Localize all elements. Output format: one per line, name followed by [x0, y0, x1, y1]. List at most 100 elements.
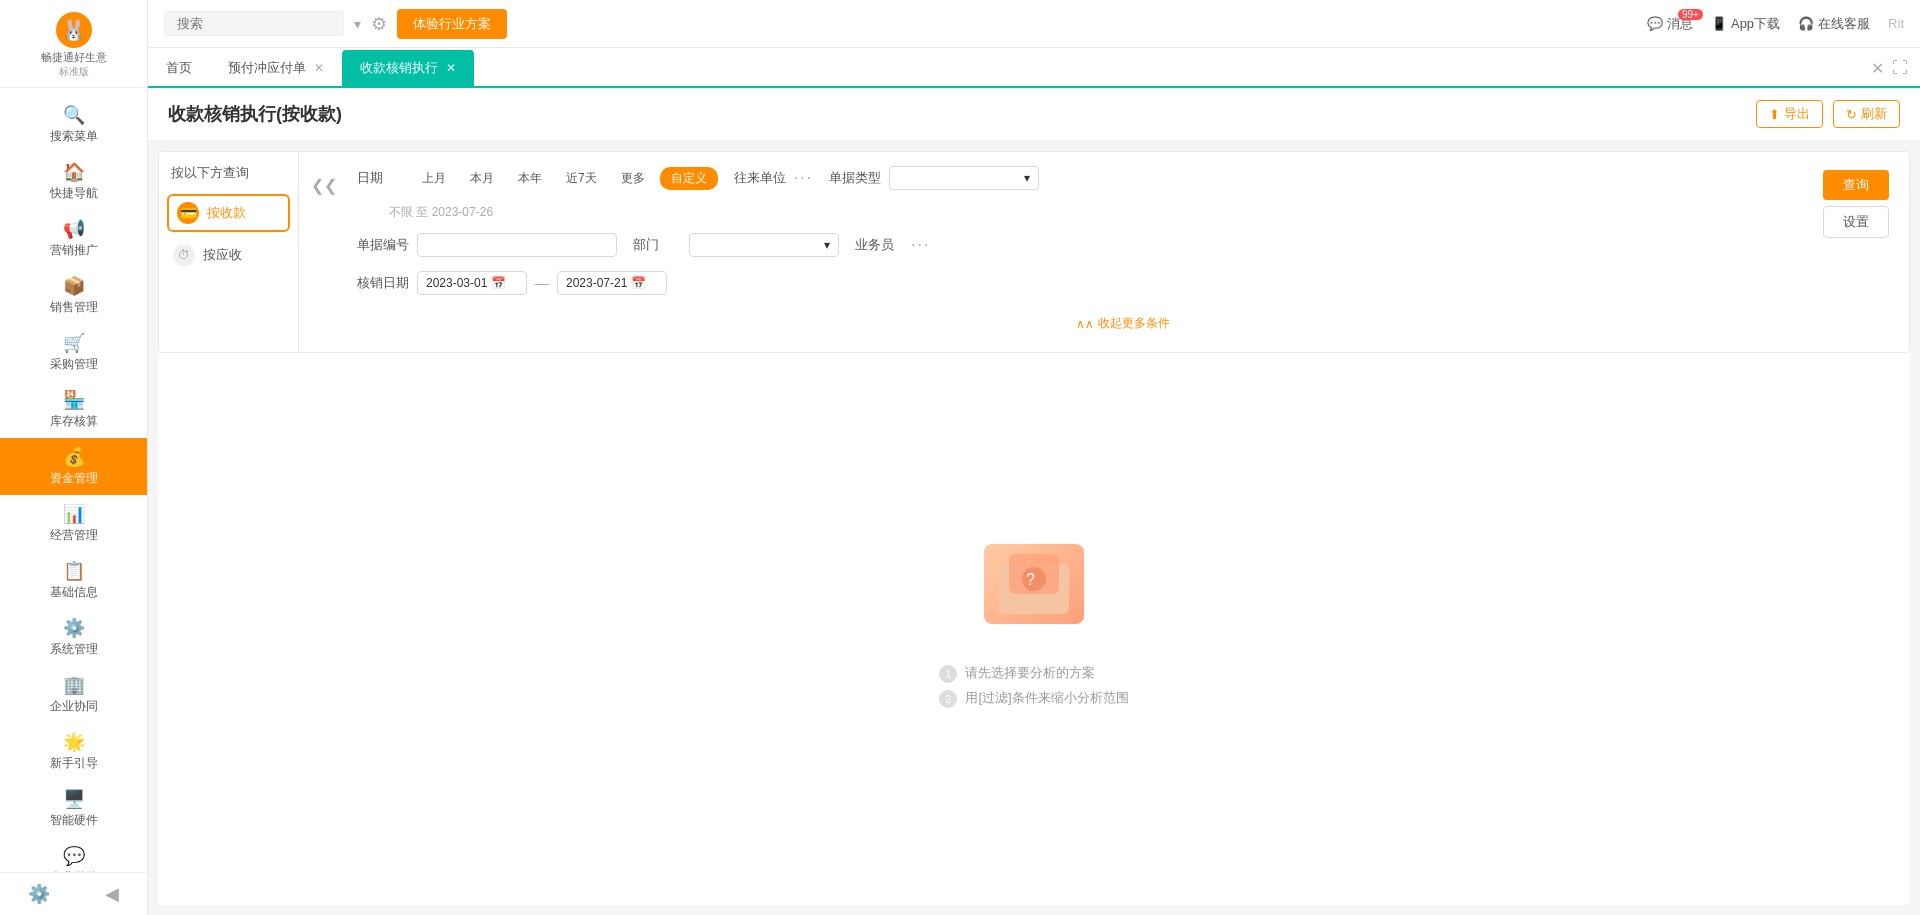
topbar-service-btn[interactable]: 🎧 在线客服 — [1798, 15, 1870, 33]
date-btn-last-month[interactable]: 上月 — [413, 167, 455, 190]
date-btn-this-month[interactable]: 本月 — [461, 167, 503, 190]
refresh-btn[interactable]: ↻ 刷新 — [1833, 100, 1900, 128]
dept-label: 部门 — [633, 236, 681, 254]
sidebar-label-system: 系统管理 — [50, 641, 98, 658]
sidebar-item-guide[interactable]: 🌟 新手引导 — [0, 723, 147, 780]
filter-option-by-receivable[interactable]: ⏱ 按应收 — [159, 234, 298, 276]
date-btn-more[interactable]: 更多 — [612, 167, 654, 190]
export-btn[interactable]: ⬆ 导出 — [1756, 100, 1823, 128]
empty-illustration: ? — [974, 544, 1094, 644]
date-btn-7days[interactable]: 近7天 — [557, 167, 606, 190]
collapse-more-btn[interactable]: ∧∧ 收起更多条件 — [357, 309, 1889, 338]
topbar-search-input[interactable] — [164, 11, 344, 36]
sidebar-item-sales[interactable]: 📦 销售管理 — [0, 267, 147, 324]
tab-receivable[interactable]: 收款核销执行 ✕ — [342, 50, 474, 86]
dept-select[interactable]: ▾ — [689, 233, 839, 257]
filter-row-1: 日期 上月 本月 本年 近7天 更多 自定义 — [357, 166, 1823, 190]
refresh-icon: ↻ — [1846, 107, 1857, 122]
sidebar-item-search-menu[interactable]: 🔍 搜索菜单 — [0, 96, 147, 153]
refresh-label: 刷新 — [1861, 105, 1887, 123]
sidebar-item-quick-nav[interactable]: 🏠 快捷导航 — [0, 153, 147, 210]
app-logo: 🐰 畅捷通好生意 标准版 — [0, 0, 147, 88]
verify-date-start[interactable]: 2023-03-01 📅 — [417, 271, 527, 295]
filter-option-by-receipt[interactable]: 💳 按收款 — [167, 194, 290, 232]
sidebar-item-purchase[interactable]: 🛒 采购管理 — [0, 324, 147, 381]
filter-actions: 查询 设置 — [1823, 166, 1889, 238]
verify-date-field: 核销日期 2023-03-01 📅 — 2023-07-21 📅 — [357, 271, 667, 295]
tabbar: 首页 预付冲应付单 ✕ 收款核销执行 ✕ ✕ ⛶ — [148, 48, 1920, 88]
partner-dots[interactable]: ··· — [794, 169, 813, 187]
topbar-message-btn[interactable]: 💬 消息 99+ — [1647, 15, 1693, 33]
tab-prepay[interactable]: 预付冲应付单 ✕ — [210, 50, 342, 86]
sidebar-item-operation[interactable]: 📊 经营管理 — [0, 495, 147, 552]
sidebar-label-search-menu: 搜索菜单 — [50, 128, 98, 145]
content-area: 收款核销执行(按收款) ⬆ 导出 ↻ 刷新 按以下方查询 — [148, 88, 1920, 915]
app-sub: 标准版 — [59, 65, 89, 79]
voucher-type-field: 单据类型 ▾ — [829, 166, 1039, 190]
sidebar-menu: 🔍 搜索菜单 🏠 快捷导航 📢 营销推广 📦 销售管理 🛒 采购管理 🏪 库存核… — [0, 88, 147, 872]
service-label: 在线客服 — [1818, 15, 1870, 33]
date-btn-custom[interactable]: 自定义 — [660, 167, 718, 190]
voucher-no-label: 单据编号 — [357, 236, 409, 254]
date-range-separator: — — [535, 275, 549, 291]
sidebar-item-marketing[interactable]: 📢 营销推广 — [0, 210, 147, 267]
calendar-start-icon: 📅 — [491, 276, 506, 290]
sidebar-collapse-btn[interactable]: ◀ — [105, 883, 119, 905]
voucher-type-select[interactable]: ▾ — [889, 166, 1039, 190]
sidebar-settings-btn[interactable]: ⚙️ — [28, 883, 50, 905]
tab-home[interactable]: 首页 — [148, 50, 210, 86]
sidebar-item-finance[interactable]: 💰 资金管理 — [0, 438, 147, 495]
collapse-more-label: 收起更多条件 — [1098, 315, 1170, 332]
sidebar-item-enterprise[interactable]: 🏢 企业协同 — [0, 666, 147, 723]
by-receivable-label: 按应收 — [203, 246, 242, 264]
app-download-label: App下载 — [1731, 15, 1780, 33]
sales-icon: 📦 — [63, 275, 85, 297]
basic-icon: 📋 — [63, 560, 85, 582]
topbar-chevron-icon[interactable]: ▾ — [354, 16, 361, 32]
topbar-app-btn[interactable]: 📱 App下载 — [1711, 15, 1780, 33]
sidebar-label-operation: 经营管理 — [50, 527, 98, 544]
main-area: ▾ ⚙ 体验行业方案 💬 消息 99+ 📱 App下载 🎧 在线客服 Rit 首… — [148, 0, 1920, 915]
by-receipt-label: 按收款 — [207, 204, 246, 222]
sidebar-item-hardware[interactable]: 🖥️ 智能硬件 — [0, 780, 147, 837]
quick-nav-icon: 🏠 — [63, 161, 85, 183]
query-btn[interactable]: 查询 — [1823, 170, 1889, 200]
collapse-chevron-icon: ∧∧ — [1076, 317, 1094, 331]
sidebar-label-finance: 资金管理 — [50, 470, 98, 487]
voucher-type-label: 单据类型 — [829, 169, 881, 187]
step2-text: 用[过滤]条件来缩小分析范围 — [965, 689, 1128, 707]
sidebar-item-inventory[interactable]: 🏪 库存核算 — [0, 381, 147, 438]
step1-text: 请先选择要分析的方案 — [965, 664, 1095, 682]
sidebar-item-basic[interactable]: 📋 基础信息 — [0, 552, 147, 609]
tab-close-all-icon[interactable]: ✕ — [1871, 59, 1884, 78]
page-header-actions: ⬆ 导出 ↻ 刷新 — [1756, 100, 1900, 140]
verify-date-end-value: 2023-07-21 — [566, 276, 627, 290]
empty-step-2: 2 用[过滤]条件来缩小分析范围 — [939, 689, 1128, 708]
page-title: 收款核销执行(按收款) — [168, 102, 342, 138]
sidebar-item-wechat[interactable]: 💬 企业微信 — [0, 837, 147, 872]
topbar-right: 💬 消息 99+ 📱 App下载 🎧 在线客服 Rit — [1647, 15, 1904, 33]
setting-btn[interactable]: 设置 — [1823, 206, 1889, 238]
date-btn-this-year[interactable]: 本年 — [509, 167, 551, 190]
wechat-icon: 💬 — [63, 845, 85, 867]
date-label: 日期 — [357, 169, 405, 187]
topbar-gear-icon[interactable]: ⚙ — [371, 13, 387, 35]
tab-prepay-label: 预付冲应付单 — [228, 59, 306, 77]
sidebar-label-guide: 新手引导 — [50, 755, 98, 772]
verify-date-end[interactable]: 2023-07-21 📅 — [557, 271, 667, 295]
partner-label: 往来单位 — [734, 169, 786, 187]
hardware-icon: 🖥️ — [63, 788, 85, 810]
staff-dots[interactable]: ··· — [911, 236, 930, 254]
topbar-solution-btn[interactable]: 体验行业方案 — [397, 9, 507, 39]
tab-prepay-close-icon[interactable]: ✕ — [314, 61, 324, 75]
filter-main: 日期 上月 本月 本年 近7天 更多 自定义 — [337, 152, 1909, 352]
tab-receivable-close-icon[interactable]: ✕ — [446, 61, 456, 75]
filter-sidebar-title: 按以下方查询 — [159, 164, 298, 192]
filter-row-2: 单据编号 部门 ▾ — [357, 233, 1823, 257]
voucher-no-input[interactable] — [417, 233, 617, 257]
filter-collapse-left-btn[interactable]: ❮❮ — [299, 168, 337, 195]
sidebar-item-system[interactable]: ⚙️ 系统管理 — [0, 609, 147, 666]
tab-expand-icon[interactable]: ⛶ — [1892, 59, 1908, 77]
system-icon: ⚙️ — [63, 617, 85, 639]
sidebar-label-quick-nav: 快捷导航 — [50, 185, 98, 202]
